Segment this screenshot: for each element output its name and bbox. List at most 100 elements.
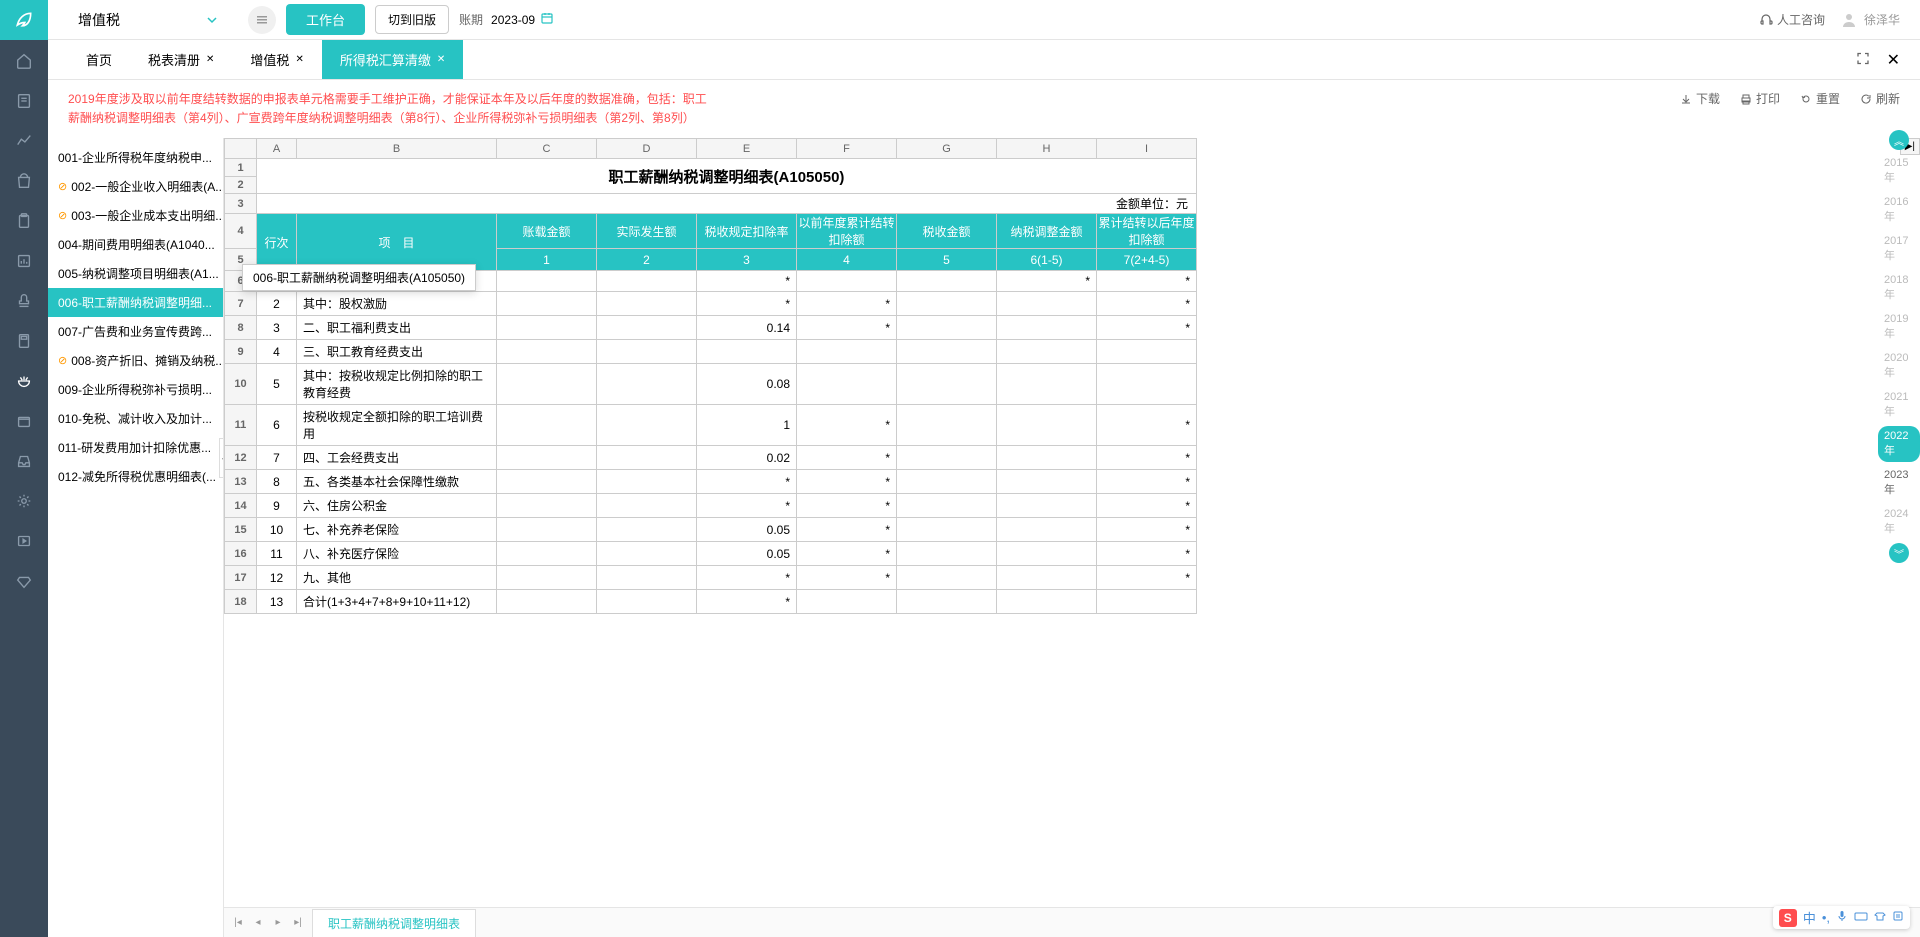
reset-button[interactable]: 重置	[1800, 90, 1840, 107]
data-cell[interactable]	[897, 405, 997, 446]
data-cell[interactable]: *	[1097, 292, 1197, 316]
form-list-item[interactable]: 009-企业所得税弥补亏损明...	[48, 375, 223, 404]
nav-stamp[interactable]	[13, 290, 35, 312]
nav-video[interactable]	[13, 530, 35, 552]
row-number[interactable]: 12	[225, 446, 257, 470]
ime-logo[interactable]: S	[1779, 909, 1797, 927]
data-cell[interactable]	[497, 316, 597, 340]
row-number[interactable]: 16	[225, 542, 257, 566]
data-cell[interactable]: *	[797, 405, 897, 446]
data-cell[interactable]	[597, 518, 697, 542]
data-cell[interactable]	[597, 470, 697, 494]
year-button[interactable]: 2023年	[1878, 465, 1920, 501]
data-cell[interactable]	[497, 292, 597, 316]
calendar-icon[interactable]	[540, 11, 554, 28]
data-cell[interactable]	[697, 340, 797, 364]
data-cell[interactable]	[497, 446, 597, 470]
data-cell[interactable]: *	[797, 566, 897, 590]
data-cell[interactable]: *	[797, 470, 897, 494]
nav-settings[interactable]	[13, 490, 35, 512]
row-number[interactable]: 17	[225, 566, 257, 590]
data-cell[interactable]: 0.08	[697, 364, 797, 405]
data-cell[interactable]: *	[697, 566, 797, 590]
data-cell[interactable]: *	[1097, 494, 1197, 518]
col-letter[interactable]: H	[997, 139, 1097, 159]
data-cell[interactable]: 0.05	[697, 542, 797, 566]
data-cell[interactable]	[997, 494, 1097, 518]
nav-tax[interactable]	[13, 370, 35, 392]
data-cell[interactable]	[897, 271, 997, 292]
col-letter[interactable]: G	[897, 139, 997, 159]
form-list-item[interactable]: 004-期间费用明细表(A1040...	[48, 230, 223, 259]
data-cell[interactable]: *	[1097, 316, 1197, 340]
data-cell[interactable]	[1097, 590, 1197, 614]
sheet-nav-first[interactable]: |◂	[229, 914, 247, 932]
data-cell[interactable]	[797, 271, 897, 292]
nav-home[interactable]	[13, 50, 35, 72]
data-cell[interactable]	[497, 470, 597, 494]
nav-clipboard[interactable]	[13, 210, 35, 232]
data-cell[interactable]	[597, 542, 697, 566]
form-list-item[interactable]: 006-职工薪酬纳税调整明细...	[48, 288, 223, 317]
collapse-handle[interactable]: ◂	[219, 438, 223, 478]
data-cell[interactable]	[897, 590, 997, 614]
data-cell[interactable]: *	[1097, 470, 1197, 494]
data-cell[interactable]	[497, 590, 597, 614]
data-cell[interactable]	[497, 364, 597, 405]
year-up[interactable]: ︽	[1889, 130, 1909, 150]
data-cell[interactable]	[597, 590, 697, 614]
data-cell[interactable]	[497, 340, 597, 364]
form-list-item[interactable]: 005-纳税调整项目明细表(A1...	[48, 259, 223, 288]
col-letter[interactable]: A	[257, 139, 297, 159]
user-menu[interactable]: 徐泽华	[1840, 11, 1900, 29]
form-list-item[interactable]: 007-广告费和业务宣传费跨...	[48, 317, 223, 346]
form-list-item[interactable]: ⊘002-一般企业收入明细表(A...	[48, 172, 223, 201]
data-cell[interactable]	[897, 494, 997, 518]
data-cell[interactable]: 0.14	[697, 316, 797, 340]
tab[interactable]: 首页	[68, 40, 130, 79]
sheet-nav-prev[interactable]: ◂	[249, 914, 267, 932]
data-cell[interactable]	[597, 494, 697, 518]
close-all-tabs[interactable]: ✕	[1887, 50, 1900, 70]
row-number[interactable]: 2	[225, 176, 257, 194]
data-cell[interactable]	[497, 542, 597, 566]
col-letter[interactable]: E	[697, 139, 797, 159]
year-down[interactable]: ︾	[1889, 543, 1909, 563]
data-cell[interactable]	[797, 590, 897, 614]
data-cell[interactable]	[897, 566, 997, 590]
col-letter[interactable]: B	[297, 139, 497, 159]
row-number[interactable]: 9	[225, 340, 257, 364]
data-cell[interactable]	[497, 405, 597, 446]
data-cell[interactable]	[897, 292, 997, 316]
data-cell[interactable]	[597, 316, 697, 340]
data-cell[interactable]: *	[1097, 518, 1197, 542]
row-number[interactable]: 18	[225, 590, 257, 614]
form-list-item[interactable]: 011-研发费用加计扣除优惠...	[48, 433, 223, 462]
sheet-tab[interactable]: 职工薪酬纳税调整明细表	[312, 909, 476, 937]
app-logo[interactable]	[0, 0, 48, 40]
data-cell[interactable]	[597, 340, 697, 364]
data-cell[interactable]: *	[997, 271, 1097, 292]
data-cell[interactable]	[997, 292, 1097, 316]
row-number[interactable]: 1	[225, 159, 257, 177]
data-cell[interactable]	[897, 518, 997, 542]
row-number[interactable]: 7	[225, 292, 257, 316]
ime-mic-icon[interactable]	[1836, 910, 1848, 925]
workbench-button[interactable]: 工作台	[286, 4, 365, 35]
ime-lang[interactable]: 中	[1803, 908, 1816, 927]
data-cell[interactable]: 1	[697, 405, 797, 446]
data-cell[interactable]	[497, 494, 597, 518]
data-cell[interactable]	[997, 566, 1097, 590]
data-cell[interactable]	[597, 566, 697, 590]
data-cell[interactable]	[897, 542, 997, 566]
data-cell[interactable]	[897, 316, 997, 340]
tab[interactable]: 所得税汇算清缴✕	[322, 40, 463, 79]
data-cell[interactable]	[597, 364, 697, 405]
data-cell[interactable]	[897, 340, 997, 364]
data-cell[interactable]	[997, 405, 1097, 446]
tab-close-icon[interactable]: ✕	[206, 54, 214, 65]
nav-finance[interactable]	[13, 170, 35, 192]
header-toggle-button[interactable]	[248, 6, 276, 34]
data-cell[interactable]	[997, 316, 1097, 340]
data-cell[interactable]: *	[797, 292, 897, 316]
